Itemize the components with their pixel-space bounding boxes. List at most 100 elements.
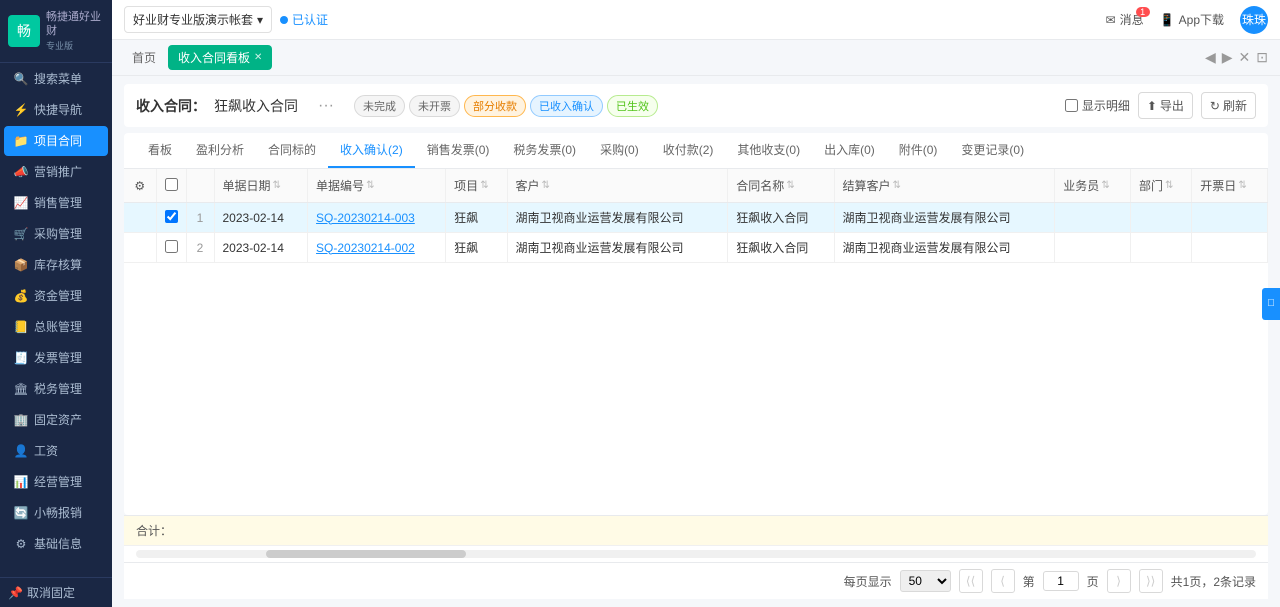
open-date-col-header[interactable]: 开票日⇅ bbox=[1192, 169, 1268, 203]
project-icon: 📁 bbox=[12, 132, 30, 150]
tab-maximize-icon[interactable]: ⊡ bbox=[1256, 49, 1268, 66]
tab-tax-invoice[interactable]: 税务发票(0) bbox=[501, 133, 588, 168]
sidebar-item-hr[interactable]: 👤 工资 bbox=[4, 436, 108, 466]
sidebar-item-tax[interactable]: 🏛 税务管理 bbox=[4, 374, 108, 404]
tab-change-log[interactable]: 变更记录(0) bbox=[949, 133, 1036, 168]
settings-col-header[interactable]: ⚙ bbox=[124, 169, 156, 203]
pagination-next-button[interactable]: ⟩ bbox=[1107, 569, 1131, 593]
pagination-first-button[interactable]: ⟨⟨ bbox=[959, 569, 983, 593]
tab-in-out-storage[interactable]: 出入库(0) bbox=[812, 133, 887, 168]
row2-no-link[interactable]: SQ-20230214-002 bbox=[316, 241, 415, 255]
hr-icon: 👤 bbox=[12, 442, 30, 460]
sidebar-item-search[interactable]: 🔍 搜索菜单 bbox=[4, 64, 108, 94]
cert-dot bbox=[280, 16, 288, 24]
sidebar-item-marketing[interactable]: 📣 营销推广 bbox=[4, 157, 108, 187]
sidebar-item-biz[interactable]: 📊 经营管理 bbox=[4, 467, 108, 497]
sidebar-item-purchase[interactable]: 🛒 采购管理 bbox=[4, 219, 108, 249]
income-contract-tab[interactable]: 收入合同看板 ✕ bbox=[168, 45, 272, 70]
row2-checkbox[interactable] bbox=[156, 233, 186, 263]
inventory-icon: 📦 bbox=[12, 256, 30, 274]
department-col-header[interactable]: 部门⇅ bbox=[1130, 169, 1191, 203]
avatar[interactable]: 珠珠 bbox=[1240, 6, 1268, 34]
no-col-header[interactable]: 单据编号⇅ bbox=[308, 169, 446, 203]
table-row[interactable]: 1 2023-02-14 SQ-20230214-003 狂飙 湖南卫视商业运营… bbox=[124, 203, 1268, 233]
summary-row: 合计： bbox=[124, 515, 1268, 545]
select-all-checkbox[interactable] bbox=[165, 178, 178, 191]
main-area: 好业财专业版演示帐套 ▾ 已认证 ✉ 消息 1 📱 App下载 珠珠 bbox=[112, 0, 1280, 607]
content-tabs: 看板 盈利分析 合同标的 收入确认(2) 销售发票(0) 税务发票(0) 采购(… bbox=[124, 133, 1268, 169]
date-col-header[interactable]: 单据日期⇅ bbox=[214, 169, 308, 203]
show-detail-input[interactable] bbox=[1065, 99, 1078, 112]
status-effective[interactable]: 已生效 bbox=[607, 95, 658, 117]
refresh-button[interactable]: ↻ 刷新 bbox=[1201, 92, 1256, 119]
status-not-invoiced[interactable]: 未开票 bbox=[409, 95, 460, 117]
contract-col-header[interactable]: 合同名称⇅ bbox=[728, 169, 834, 203]
tab-prev-icon[interactable]: ◀ bbox=[1205, 49, 1216, 66]
per-page-select[interactable]: 50 20 100 bbox=[900, 570, 951, 592]
tab-board[interactable]: 看板 bbox=[136, 133, 184, 168]
sidebar-item-report[interactable]: 🔄 小畅报销 bbox=[4, 498, 108, 528]
tab-next-icon[interactable]: ▶ bbox=[1222, 49, 1233, 66]
tab-profit[interactable]: 盈利分析 bbox=[184, 133, 256, 168]
customer-col-header[interactable]: 客户⇅ bbox=[507, 169, 728, 203]
tab-payment[interactable]: 收付款(2) bbox=[651, 133, 726, 168]
sidebar-item-basic[interactable]: ⚙ 基础信息 bbox=[4, 529, 108, 559]
sidebar-item-fund[interactable]: 💰 资金管理 bbox=[4, 281, 108, 311]
sidebar-item-quick-nav[interactable]: ⚡ 快捷导航 bbox=[4, 95, 108, 125]
sidebar: 畅 畅捷通好业财 专业版 🔍 搜索菜单 ⚡ 快捷导航 📁 项目合同 📣 营销推广… bbox=[0, 0, 112, 607]
right-panel-toggle[interactable]:  bbox=[1262, 288, 1280, 320]
tabbar-home[interactable]: 首页 bbox=[124, 49, 164, 66]
row1-department bbox=[1130, 203, 1191, 233]
company-selector[interactable]: 好业财专业版演示帐套 ▾ bbox=[124, 6, 272, 33]
project-col-header[interactable]: 项目⇅ bbox=[446, 169, 507, 203]
tab-income-confirm[interactable]: 收入确认(2) bbox=[328, 133, 415, 168]
sidebar-item-invoice[interactable]: 🧾 发票管理 bbox=[4, 343, 108, 373]
chevron-down-icon: ▾ bbox=[257, 13, 263, 27]
sidebar-item-sales[interactable]: 📈 销售管理 bbox=[4, 188, 108, 218]
sidebar-item-inventory[interactable]: 📦 库存核算 bbox=[4, 250, 108, 280]
row2-contract: 狂飙收入合同 bbox=[728, 233, 834, 263]
tab-other-income[interactable]: 其他收支(0) bbox=[725, 133, 812, 168]
salesman-col-header[interactable]: 业务员⇅ bbox=[1055, 169, 1131, 203]
sidebar-item-asset[interactable]: 🏢 固定资产 bbox=[4, 405, 108, 435]
row1-customer: 湖南卫视商业运营发展有限公司 bbox=[507, 203, 728, 233]
tab-contract-standard[interactable]: 合同标的 bbox=[256, 133, 328, 168]
topbar: 好业财专业版演示帐套 ▾ 已认证 ✉ 消息 1 📱 App下载 珠珠 bbox=[112, 0, 1280, 40]
tab-purchase[interactable]: 采购(0) bbox=[588, 133, 651, 168]
message-badge: 1 bbox=[1136, 7, 1150, 17]
export-icon: ⬆ bbox=[1147, 99, 1157, 113]
sidebar-item-general[interactable]: 📒 总账管理 bbox=[4, 312, 108, 342]
certified-badge: 已认证 bbox=[280, 11, 328, 28]
table-row[interactable]: 2 2023-02-14 SQ-20230214-002 狂飙 湖南卫视商业运营… bbox=[124, 233, 1268, 263]
marketing-icon: 📣 bbox=[12, 163, 30, 181]
row1-no-link[interactable]: SQ-20230214-003 bbox=[316, 211, 415, 225]
pagination: 每页显示 50 20 100 ⟨⟨ ⟨ 第 页 ⟩ ⟩⟩ 共1页，2条记录 bbox=[124, 562, 1268, 599]
show-detail-checkbox[interactable]: 显示明细 bbox=[1065, 97, 1130, 114]
app-download-action[interactable]: 📱 App下载 bbox=[1160, 11, 1224, 28]
page-input[interactable] bbox=[1043, 571, 1079, 591]
pagination-last-button[interactable]: ⟩⟩ bbox=[1139, 569, 1163, 593]
pagination-prev-button[interactable]: ⟨ bbox=[991, 569, 1015, 593]
scrollbar-thumb[interactable] bbox=[266, 550, 466, 558]
page-title-detail: 狂飙收入合同 bbox=[214, 96, 298, 116]
horizontal-scrollbar[interactable] bbox=[124, 545, 1268, 562]
message-action[interactable]: ✉ 消息 1 bbox=[1106, 11, 1144, 28]
tab-attachments[interactable]: 附件(0) bbox=[887, 133, 950, 168]
row1-checkbox[interactable] bbox=[156, 203, 186, 233]
status-partial-collected[interactable]: 部分收款 bbox=[464, 95, 526, 117]
contract-sort-icon: ⇅ bbox=[786, 180, 794, 191]
tab-close-icon[interactable]: ✕ bbox=[254, 52, 262, 63]
customer-sort-icon: ⇅ bbox=[542, 180, 550, 191]
sidebar-item-project[interactable]: 📁 项目合同 bbox=[4, 126, 108, 156]
status-not-complete[interactable]: 未完成 bbox=[354, 95, 405, 117]
sidebar-bottom-pin[interactable]: 📌 取消固定 bbox=[0, 577, 112, 607]
export-button[interactable]: ⬆ 导出 bbox=[1138, 92, 1193, 119]
more-options-button[interactable]: ··· bbox=[314, 97, 338, 115]
tab-sales-invoice[interactable]: 销售发票(0) bbox=[415, 133, 502, 168]
per-page-label: 每页显示 bbox=[844, 573, 892, 590]
tab-close-all-icon[interactable]: ✕ bbox=[1239, 49, 1251, 66]
topbar-left: 好业财专业版演示帐套 ▾ 已认证 bbox=[124, 6, 1098, 33]
settle-customer-col-header[interactable]: 结算客户⇅ bbox=[834, 169, 1055, 203]
search-icon: 🔍 bbox=[12, 70, 30, 88]
status-confirmed[interactable]: 已收入确认 bbox=[530, 95, 603, 117]
